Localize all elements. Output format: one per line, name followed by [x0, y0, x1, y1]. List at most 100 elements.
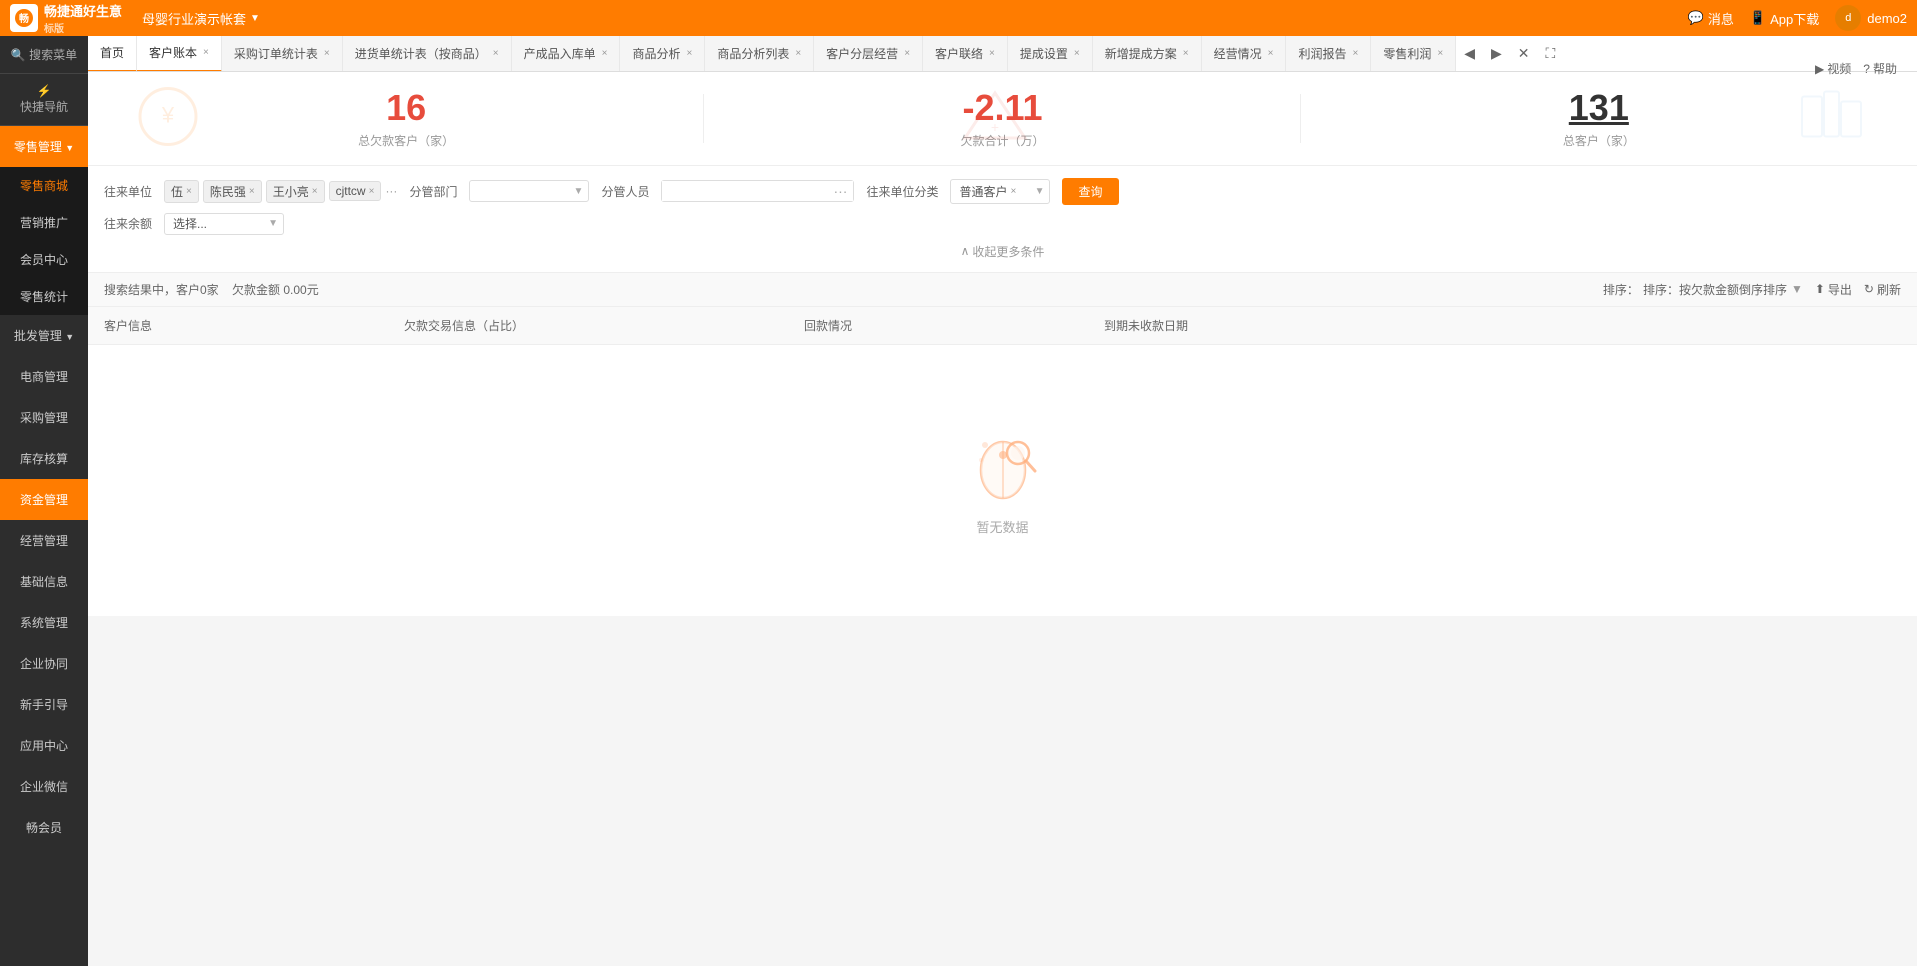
unit-class-select-wrap: 普通客户 × ▼: [950, 179, 1050, 204]
unit-tag-2[interactable]: 王小亮 ×: [266, 180, 325, 203]
tag-close-icon[interactable]: ×: [249, 186, 255, 197]
sidebar-search[interactable]: 🔍 搜索菜单: [0, 36, 88, 74]
tab-customer-ledger[interactable]: 客户账本 ×: [137, 36, 222, 72]
tab-commission-settings[interactable]: 提成设置 ×: [1008, 36, 1093, 72]
sidebar-item-retail-stats[interactable]: 零售统计: [0, 278, 88, 315]
help-link[interactable]: ? 帮助: [1863, 72, 1897, 77]
tab-close-icon[interactable]: ×: [1183, 48, 1189, 59]
unit-tag-1[interactable]: 陈民强 ×: [203, 180, 262, 203]
tab-close-icon[interactable]: ×: [686, 48, 692, 59]
sidebar-item-purchase[interactable]: 采购管理: [0, 397, 88, 438]
tab-retail-profit[interactable]: 零售利润 ×: [1371, 36, 1456, 72]
stat-label-customers: 总欠款客户（家）: [358, 132, 454, 149]
th-repayment: 回款情况: [788, 307, 1088, 344]
unit-tag-3[interactable]: cjttcw ×: [329, 181, 382, 201]
messages-btn[interactable]: 💬 消息: [1688, 9, 1734, 28]
industry-selector[interactable]: 母婴行业演示帐套 ▼: [142, 9, 260, 28]
avatar-image: d: [1835, 5, 1861, 31]
tag-close-icon[interactable]: ×: [369, 186, 375, 197]
logo-text: 畅捷通好生意 标版: [44, 1, 122, 35]
tab-close-icon[interactable]: ×: [1268, 48, 1274, 59]
sidebar-item-operation[interactable]: 经营管理: [0, 520, 88, 561]
app-download-btn[interactable]: 📱 App下载: [1750, 9, 1819, 28]
stat-total-debt: + -2.11 欠款合计（万）: [704, 88, 1300, 149]
sidebar-item-membership[interactable]: 畅会员: [0, 807, 88, 848]
tab-bar: 首页 客户账本 × 采购订单统计表 × 进货单统计表（按商品） × 产成品入库单…: [88, 36, 1917, 72]
tab-close-icon[interactable]: ×: [904, 48, 910, 59]
sidebar-item-finance[interactable]: 资金管理: [0, 479, 88, 520]
tab-product-analysis-list[interactable]: 商品分析列表 ×: [705, 36, 814, 72]
sidebar-item-wechat[interactable]: 企业微信: [0, 766, 88, 807]
dept-select[interactable]: [469, 180, 589, 202]
logo-icon: 畅: [10, 4, 38, 32]
tab-close-icon[interactable]: ×: [1437, 48, 1443, 59]
tab-close-icon[interactable]: ×: [1074, 48, 1080, 59]
balance-select[interactable]: 选择...: [164, 213, 284, 235]
sidebar-item-app-center[interactable]: 应用中心: [0, 725, 88, 766]
sidebar-item-enterprise[interactable]: 企业协同: [0, 643, 88, 684]
tab-close-icon[interactable]: ×: [989, 48, 995, 59]
sidebar-item-ecommerce[interactable]: 电商管理: [0, 356, 88, 397]
more-tags-btn[interactable]: ···: [385, 184, 397, 198]
logo: 畅 畅捷通好生意 标版: [10, 1, 122, 35]
content-area: 首页 客户账本 × 采购订单统计表 × 进货单统计表（按商品） × 产成品入库单…: [88, 36, 1917, 966]
sidebar-item-retail-mall[interactable]: 零售商城: [0, 167, 88, 204]
message-icon: 💬: [1688, 10, 1704, 26]
help-icon: ?: [1863, 72, 1870, 76]
data-table: 客户信息 欠款交易信息（占比） 回款情况 到期未收款日期: [88, 307, 1917, 616]
more-icon[interactable]: ···: [833, 183, 847, 199]
stat-total-customers: ¥ 16 总欠款客户（家）: [108, 88, 704, 149]
industry-label: 母婴行业演示帐套: [142, 9, 246, 28]
sidebar-item-basic-info[interactable]: 基础信息: [0, 561, 88, 602]
person-input[interactable]: [662, 181, 853, 201]
top-bar: 畅 畅捷通好生意 标版 母婴行业演示帐套 ▼ 💬 消息 📱 App下载 d: [0, 0, 1917, 36]
svg-text:+: +: [991, 119, 999, 135]
unit-label: 往来单位: [104, 183, 152, 200]
th-overdue-date: 到期未收款日期: [1088, 307, 1917, 344]
tab-close-icon[interactable]: ×: [795, 48, 801, 59]
tab-fullscreen[interactable]: ⛶: [1537, 36, 1563, 72]
tag-close-icon[interactable]: ×: [312, 186, 318, 197]
tab-inbound-stats[interactable]: 进货单统计表（按商品） ×: [343, 36, 512, 72]
sort-arrow-icon[interactable]: ▼: [1791, 282, 1803, 296]
tab-nav-left[interactable]: ◀: [1456, 36, 1483, 72]
tag-close-icon[interactable]: ×: [1011, 186, 1017, 197]
quick-nav[interactable]: ⚡ 快捷导航: [0, 74, 88, 126]
tab-nav-right[interactable]: ▶: [1483, 36, 1510, 72]
video-link[interactable]: ▶ 视频: [1815, 72, 1851, 77]
result-summary: 搜索结果中，客户0家 欠款金额 0.00元: [104, 281, 319, 298]
query-button[interactable]: 查询: [1062, 178, 1118, 205]
tab-close-icon[interactable]: ×: [203, 47, 209, 58]
tab-purchase-order-stats[interactable]: 采购订单统计表 ×: [222, 36, 343, 72]
sidebar-item-guide[interactable]: 新手引导: [0, 684, 88, 725]
sidebar-item-wholesale[interactable]: 批发管理 ▼: [0, 315, 88, 356]
tab-close-all[interactable]: ✕: [1510, 36, 1538, 72]
sidebar-item-member[interactable]: 会员中心: [0, 241, 88, 278]
tab-home[interactable]: 首页: [88, 36, 137, 72]
sidebar-item-marketing[interactable]: 营销推广: [0, 204, 88, 241]
sidebar-item-system[interactable]: 系统管理: [0, 602, 88, 643]
sidebar-item-inventory[interactable]: 库存核算: [0, 438, 88, 479]
refresh-btn[interactable]: ↻ 刷新: [1864, 281, 1901, 298]
tab-close-icon[interactable]: ×: [324, 48, 330, 59]
user-avatar[interactable]: d demo2: [1835, 5, 1907, 31]
tab-production-inbound[interactable]: 产成品入库单 ×: [512, 36, 621, 72]
tab-close-icon[interactable]: ×: [602, 48, 608, 59]
tab-customer-tier[interactable]: 客户分层经营 ×: [814, 36, 923, 72]
tab-customer-contact[interactable]: 客户联络 ×: [923, 36, 1008, 72]
tab-profit-report[interactable]: 利润报告 ×: [1286, 36, 1371, 72]
export-btn[interactable]: ⬆ 导出: [1815, 281, 1852, 298]
tab-close-icon[interactable]: ×: [1352, 48, 1358, 59]
unit-tags: 伍 × 陈民强 × 王小亮 ×: [164, 180, 397, 203]
unit-class-tag[interactable]: 普通客户 ×: [959, 183, 1016, 200]
empty-icon: [963, 425, 1043, 505]
unit-tag-0[interactable]: 伍 ×: [164, 180, 199, 203]
tag-close-icon[interactable]: ×: [186, 186, 192, 197]
tab-close-icon[interactable]: ×: [493, 48, 499, 59]
tab-add-commission[interactable]: 新增提成方案 ×: [1093, 36, 1202, 72]
tab-business-status[interactable]: 经营情况 ×: [1202, 36, 1287, 72]
tab-product-analysis[interactable]: 商品分析 ×: [620, 36, 705, 72]
video-icon: ▶: [1815, 72, 1824, 76]
sidebar-item-retail-mgmt[interactable]: 零售管理 ▼: [0, 126, 88, 167]
collapse-btn[interactable]: ∧ 收起更多条件: [961, 243, 1045, 260]
